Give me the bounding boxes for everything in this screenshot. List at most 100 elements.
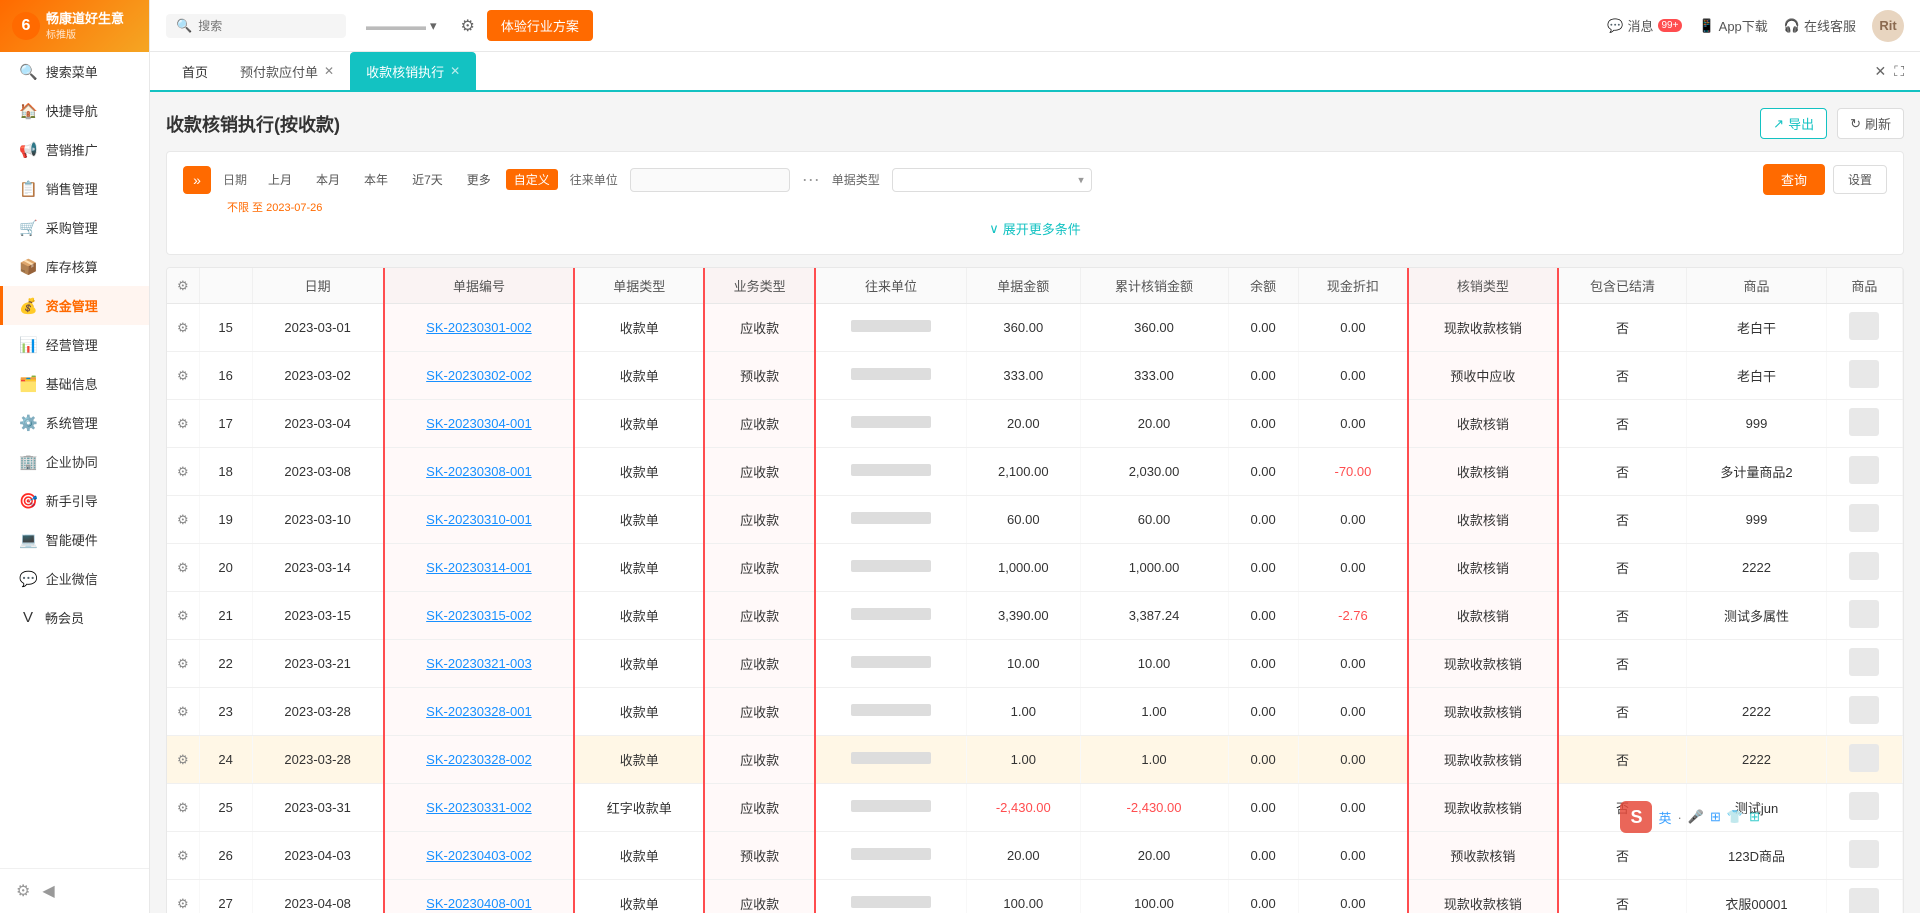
- row-settings[interactable]: ⚙: [167, 592, 199, 640]
- order-no-link[interactable]: SK-20230301-002: [426, 320, 532, 335]
- date-btn-this-year[interactable]: 本年: [355, 168, 397, 191]
- tab-writeoff-close[interactable]: ✕: [450, 64, 460, 78]
- col-settings[interactable]: ⚙: [167, 268, 199, 304]
- row-settings[interactable]: ⚙: [167, 304, 199, 352]
- doc-type-select[interactable]: [892, 168, 1092, 192]
- sidebar-item-wechat[interactable]: 💬企业微信: [0, 559, 149, 598]
- date-btn-7days[interactable]: 近7天: [403, 168, 452, 191]
- filter-expand-arrow[interactable]: »: [183, 166, 211, 194]
- row-settings[interactable]: ⚙: [167, 544, 199, 592]
- date-label: 日期: [223, 171, 247, 188]
- search-input[interactable]: [198, 19, 328, 33]
- tabbar: 首页 预付款应付单 ✕ 收款核销执行 ✕ ✕ ⛶: [150, 52, 1920, 92]
- row-settings[interactable]: ⚙: [167, 448, 199, 496]
- row-product: 老白干: [1687, 304, 1826, 352]
- row-cash-discount: 0.00: [1298, 352, 1408, 400]
- order-no-link[interactable]: SK-20230315-002: [426, 608, 532, 623]
- order-no-link[interactable]: SK-20230328-002: [426, 752, 532, 767]
- order-no-link[interactable]: SK-20230302-002: [426, 368, 532, 383]
- sidebar-item-finance[interactable]: 💰资金管理: [0, 286, 149, 325]
- col-balance: 余额: [1228, 268, 1298, 304]
- sidebar-item-guide[interactable]: 🎯新手引导: [0, 481, 149, 520]
- order-no-link[interactable]: SK-20230403-002: [426, 848, 532, 863]
- order-no-link[interactable]: SK-20230310-001: [426, 512, 532, 527]
- row-balance: 0.00: [1228, 784, 1298, 832]
- user-avatar[interactable]: Rit: [1872, 10, 1904, 42]
- row-product: 2222: [1687, 736, 1826, 784]
- order-no-link[interactable]: SK-20230328-001: [426, 704, 532, 719]
- sidebar-item-corp[interactable]: 🏢企业协同: [0, 442, 149, 481]
- sidebar-item-hardware[interactable]: 💻智能硬件: [0, 520, 149, 559]
- collapse-icon[interactable]: ◀: [42, 881, 54, 901]
- row-amount: 2,100.00: [967, 448, 1080, 496]
- page-actions: ↗ 导出 ↻ 刷新: [1760, 108, 1904, 139]
- row-balance: 0.00: [1228, 688, 1298, 736]
- settings-icon[interactable]: ⚙: [16, 881, 30, 901]
- expand-tab-icon[interactable]: ⛶: [1894, 63, 1904, 80]
- sidebar-item-purchase[interactable]: 🛒采购管理: [0, 208, 149, 247]
- date-btn-custom[interactable]: 自定义: [506, 169, 558, 190]
- row-no: 20: [199, 544, 252, 592]
- sidebar-item-operations[interactable]: 📊经营管理: [0, 325, 149, 364]
- topbar-settings-icon[interactable]: ⚙: [461, 16, 475, 36]
- service-action[interactable]: 🎧 在线客服: [1784, 16, 1856, 35]
- row-settings[interactable]: ⚙: [167, 688, 199, 736]
- workspace-dropdown[interactable]: ▬▬▬▬▬ ▾: [358, 14, 445, 38]
- row-settings[interactable]: ⚙: [167, 736, 199, 784]
- export-icon: ↗: [1773, 116, 1784, 132]
- tab-writeoff[interactable]: 收款核销执行 ✕: [350, 52, 476, 92]
- row-settings[interactable]: ⚙: [167, 352, 199, 400]
- sidebar-item-shortcut[interactable]: 🏠快捷导航: [0, 91, 149, 130]
- sidebar-item-sales[interactable]: 📋销售管理: [0, 169, 149, 208]
- sidebar-item-search[interactable]: 🔍搜索菜单: [0, 52, 149, 91]
- row-settings[interactable]: ⚙: [167, 640, 199, 688]
- settings-row-button[interactable]: 设置: [1833, 165, 1887, 194]
- query-button[interactable]: 查询: [1763, 164, 1825, 195]
- date-range-text: 不限 至 2023-07-26: [227, 202, 322, 214]
- party-input[interactable]: [630, 168, 790, 192]
- sidebar-item-inventory[interactable]: 📦库存核算: [0, 247, 149, 286]
- order-no-link[interactable]: SK-20230314-001: [426, 560, 532, 575]
- tab-prepay[interactable]: 预付款应付单 ✕: [224, 52, 350, 92]
- tab-prepay-close[interactable]: ✕: [324, 64, 334, 78]
- solution-button[interactable]: 体验行业方案: [487, 10, 593, 41]
- message-action[interactable]: 💬 消息 99+: [1607, 16, 1682, 35]
- row-party: [815, 640, 967, 688]
- app-download-action[interactable]: 📱 App下载: [1698, 16, 1767, 35]
- order-no-link[interactable]: SK-20230308-001: [426, 464, 532, 479]
- order-no-link[interactable]: SK-20230408-001: [426, 896, 532, 911]
- sidebar-item-marketing[interactable]: 📢营销推广: [0, 130, 149, 169]
- order-no-link[interactable]: SK-20230321-003: [426, 656, 532, 671]
- expand-more-row[interactable]: ∨ 展开更多条件: [183, 215, 1887, 242]
- tab-prepay-label: 预付款应付单: [240, 62, 318, 81]
- order-no-link[interactable]: SK-20230331-002: [426, 800, 532, 815]
- row-include-settled: 否: [1558, 352, 1687, 400]
- close-tab-icon[interactable]: ✕: [1874, 63, 1886, 80]
- export-button[interactable]: ↗ 导出: [1760, 108, 1827, 139]
- sidebar-icon-operations: 📊: [19, 336, 38, 354]
- sidebar-item-system[interactable]: ⚙️系统管理: [0, 403, 149, 442]
- row-writeoff-amount: 20.00: [1080, 832, 1228, 880]
- date-btn-last-month[interactable]: 上月: [259, 168, 301, 191]
- row-settings[interactable]: ⚙: [167, 832, 199, 880]
- row-order-no: SK-20230301-002: [384, 304, 575, 352]
- date-btn-more[interactable]: 更多: [458, 168, 500, 191]
- row-doc-type: 收款单: [574, 496, 704, 544]
- row-settings[interactable]: ⚙: [167, 784, 199, 832]
- phone-icon: 📱: [1698, 18, 1714, 34]
- tab-home[interactable]: 首页: [166, 52, 224, 92]
- order-no-link[interactable]: SK-20230304-001: [426, 416, 532, 431]
- party-dots[interactable]: ···: [802, 169, 820, 190]
- row-amount: 3,390.00: [967, 592, 1080, 640]
- date-btn-this-month[interactable]: 本月: [307, 168, 349, 191]
- row-include-settled: 否: [1558, 448, 1687, 496]
- search-box[interactable]: 🔍: [166, 14, 346, 38]
- sidebar-item-basic[interactable]: 🗂️基础信息: [0, 364, 149, 403]
- row-settings[interactable]: ⚙: [167, 880, 199, 913]
- row-writeoff-type: 收款核销: [1408, 592, 1557, 640]
- refresh-button[interactable]: ↻ 刷新: [1837, 108, 1904, 139]
- row-settings[interactable]: ⚙: [167, 400, 199, 448]
- row-doc-type: 收款单: [574, 736, 704, 784]
- row-settings[interactable]: ⚙: [167, 496, 199, 544]
- sidebar-item-member[interactable]: V畅会员: [0, 598, 149, 637]
